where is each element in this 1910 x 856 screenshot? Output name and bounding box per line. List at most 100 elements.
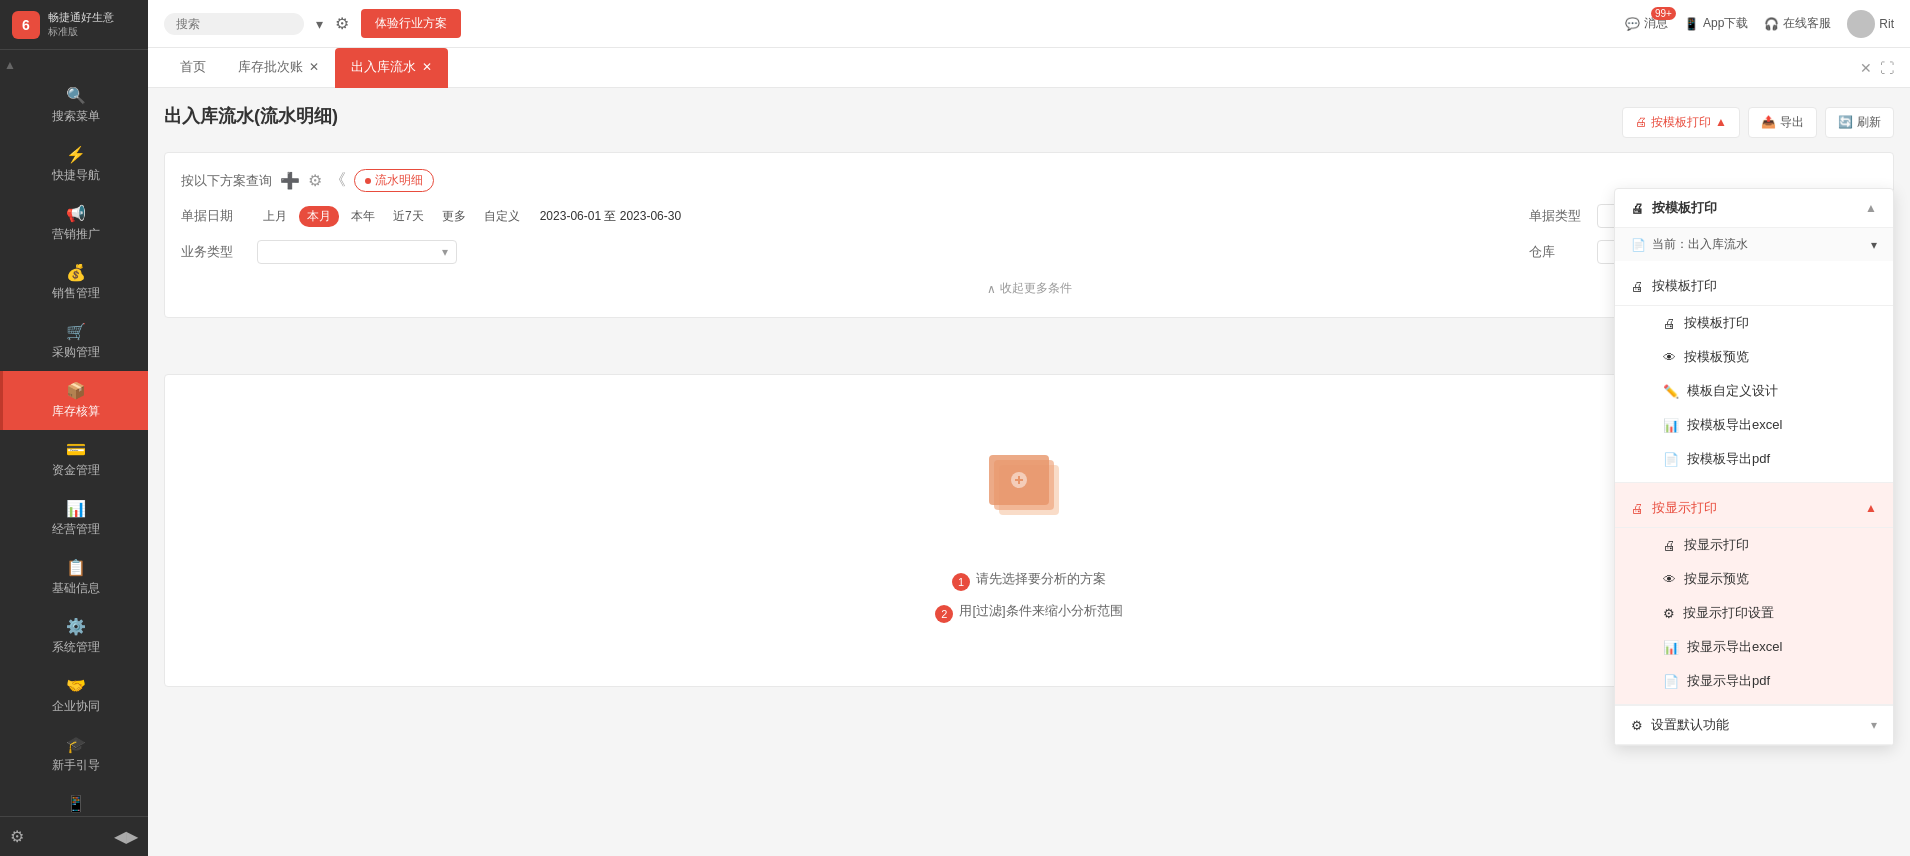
template-print-arrow-icon: ▲ bbox=[1715, 115, 1727, 129]
date-opt-7days[interactable]: 近7天 bbox=[387, 206, 430, 227]
sidebar-settings-icon[interactable]: ⚙ bbox=[10, 827, 24, 846]
item-preview-icon: 👁 bbox=[1663, 350, 1676, 365]
sidebar-item-basic[interactable]: 📋 基础信息 bbox=[0, 548, 148, 607]
avatar bbox=[1847, 10, 1875, 38]
refresh-button[interactable]: 🔄 刷新 bbox=[1825, 107, 1894, 138]
app-logo-subtitle: 标准版 bbox=[48, 25, 114, 39]
filter-settings-icon[interactable]: ⚙ bbox=[308, 171, 322, 190]
sidebar-item-finance[interactable]: 💳 资金管理 bbox=[0, 430, 148, 489]
inventory-icon: 📦 bbox=[66, 381, 86, 400]
dropdown-item-label: 模板自定义设计 bbox=[1687, 382, 1778, 400]
message-item[interactable]: 💬 消息 99+ bbox=[1625, 15, 1668, 32]
template-print-section-header[interactable]: 🖨 按模板打印 bbox=[1615, 267, 1893, 306]
dropdown-current: 📄 当前：出入库流水 ▾ bbox=[1615, 228, 1893, 261]
export-button[interactable]: 📤 导出 bbox=[1748, 107, 1817, 138]
message-badge: 99+ bbox=[1651, 7, 1676, 20]
tab-batch-close-icon[interactable]: ✕ bbox=[309, 60, 319, 74]
export-label: 导出 bbox=[1780, 114, 1804, 131]
dropdown-item-display-pdf[interactable]: 📄 按显示导出pdf bbox=[1615, 664, 1893, 698]
date-opt-thisyear[interactable]: 本年 bbox=[345, 206, 381, 227]
item-design-icon: ✏️ bbox=[1663, 384, 1679, 399]
printer-icon: 🖨 bbox=[1635, 115, 1647, 129]
date-opt-custom[interactable]: 自定义 bbox=[478, 206, 526, 227]
collapse-label: 收起更多条件 bbox=[1000, 280, 1072, 297]
dropdown-item-display-settings[interactable]: ⚙ 按显示打印设置 bbox=[1615, 596, 1893, 630]
dropdown-item-template-preview[interactable]: 👁 按模板预览 bbox=[1615, 340, 1893, 374]
tab-flow-close-icon[interactable]: ✕ bbox=[422, 60, 432, 74]
dropdown-item-template-print[interactable]: 🖨 按模板打印 bbox=[1615, 306, 1893, 340]
dropdown-item-label: 按模板预览 bbox=[1684, 348, 1749, 366]
user-avatar-item[interactable]: Rit bbox=[1847, 10, 1894, 38]
sidebar-item-label: 经营管理 bbox=[52, 521, 100, 538]
industry-solution-button[interactable]: 体验行业方案 bbox=[361, 9, 461, 38]
biztype-select[interactable]: ▾ bbox=[257, 240, 457, 264]
dropdown-item-label: 按显示打印 bbox=[1684, 536, 1749, 554]
sidebar-item-purchase[interactable]: 🛒 采购管理 bbox=[0, 312, 148, 371]
window-close-icon[interactable]: ✕ bbox=[1860, 60, 1872, 76]
sidebar-item-sales[interactable]: 💰 销售管理 bbox=[0, 253, 148, 312]
dropdown-item-label: 按模板导出pdf bbox=[1687, 450, 1770, 468]
tab-home[interactable]: 首页 bbox=[164, 48, 222, 88]
sidebar: 6 畅捷通好生意 标准版 ▲ 🔍 搜索菜单 ⚡ 快捷导航 📢 营销推广 💰 销售… bbox=[0, 0, 148, 856]
empty-state-icon bbox=[979, 435, 1079, 554]
sidebar-item-operation[interactable]: 📊 经营管理 bbox=[0, 489, 148, 548]
online-service-label: 在线客服 bbox=[1783, 15, 1831, 32]
template-print-button[interactable]: 🖨 按模板打印 ▲ bbox=[1622, 107, 1740, 138]
tab-flow[interactable]: 出入库流水 ✕ bbox=[335, 48, 448, 88]
search-input[interactable] bbox=[164, 13, 304, 35]
item-pdf-icon: 📄 bbox=[1663, 452, 1679, 467]
app-logo-title: 畅捷通好生意 bbox=[48, 10, 114, 25]
display-item-preview-icon: 👁 bbox=[1663, 572, 1676, 587]
dropdown-item-template-pdf[interactable]: 📄 按模板导出pdf bbox=[1615, 442, 1893, 476]
dropdown-item-display-print[interactable]: 🖨 按显示打印 bbox=[1615, 528, 1893, 562]
dropdown-item-template-design[interactable]: ✏️ 模板自定义设计 bbox=[1615, 374, 1893, 408]
filter-date-options: 上月 本月 本年 近7天 更多 自定义 2023-06-01 至 2023-06… bbox=[257, 206, 681, 227]
date-opt-thismonth[interactable]: 本月 bbox=[299, 206, 339, 227]
footer-arrow-icon: ▾ bbox=[1871, 718, 1877, 732]
footer-settings-icon: ⚙ bbox=[1631, 718, 1643, 733]
sidebar-scroll-up[interactable]: ▲ bbox=[0, 54, 148, 76]
filter-chip[interactable]: 流水明细 bbox=[354, 169, 434, 192]
sidebar-item-appcenter[interactable]: 📱 应用中心 bbox=[0, 784, 148, 816]
collab-icon: 🤝 bbox=[66, 676, 86, 695]
sidebar-item-label: 采购管理 bbox=[52, 344, 100, 361]
sidebar-item-quicknav[interactable]: ⚡ 快捷导航 bbox=[0, 135, 148, 194]
dropdown-header[interactable]: 🖨 按模板打印 ▲ bbox=[1615, 189, 1893, 228]
sidebar-item-label: 快捷导航 bbox=[52, 167, 100, 184]
window-maximize-icon[interactable]: ⛶ bbox=[1880, 60, 1894, 76]
filter-collapse-icon[interactable]: 《 bbox=[330, 170, 346, 191]
app-download-icon: 📱 bbox=[1684, 17, 1699, 31]
dropdown-footer-settings[interactable]: ⚙ 设置默认功能 ▾ bbox=[1615, 705, 1893, 745]
search-dropdown-icon[interactable]: ▾ bbox=[316, 16, 323, 32]
page-title: 出入库流水(流水明细) bbox=[164, 104, 338, 128]
settings-gear-icon[interactable]: ⚙ bbox=[335, 14, 349, 33]
sidebar-item-guide[interactable]: 🎓 新手引导 bbox=[0, 725, 148, 784]
sidebar-item-system[interactable]: ⚙️ 系统管理 bbox=[0, 607, 148, 666]
date-field-label: 单据日期 bbox=[181, 207, 241, 225]
dropdown-item-display-excel[interactable]: 📊 按显示导出excel bbox=[1615, 630, 1893, 664]
dropdown-item-label: 按显示预览 bbox=[1684, 570, 1749, 588]
sidebar-item-collab[interactable]: 🤝 企业协同 bbox=[0, 666, 148, 725]
date-opt-lastmonth[interactable]: 上月 bbox=[257, 206, 293, 227]
sidebar-collapse-icon[interactable]: ◀▶ bbox=[114, 827, 138, 846]
sidebar-item-search[interactable]: 🔍 搜索菜单 bbox=[0, 76, 148, 135]
sidebar-item-label: 资金管理 bbox=[52, 462, 100, 479]
dropdown-item-template-excel[interactable]: 📊 按模板导出excel bbox=[1615, 408, 1893, 442]
tab-flow-label: 出入库流水 bbox=[351, 58, 416, 76]
sidebar-item-inventory[interactable]: 📦 库存核算 bbox=[0, 371, 148, 430]
top-bar: ▾ ⚙ 体验行业方案 💬 消息 99+ 📱 App下载 🎧 在线客服 Rit bbox=[148, 0, 1910, 48]
online-service-item[interactable]: 🎧 在线客服 bbox=[1764, 15, 1831, 32]
app-download-item[interactable]: 📱 App下载 bbox=[1684, 15, 1748, 32]
display-item-pdf-icon: 📄 bbox=[1663, 674, 1679, 689]
sidebar-item-marketing[interactable]: 📢 营销推广 bbox=[0, 194, 148, 253]
tab-home-label: 首页 bbox=[180, 58, 206, 76]
current-icon: 📄 bbox=[1631, 238, 1646, 252]
dropdown-item-display-preview[interactable]: 👁 按显示预览 bbox=[1615, 562, 1893, 596]
display-print-section-header[interactable]: 🖨 按显示打印 ▲ bbox=[1615, 489, 1893, 528]
filter-add-icon[interactable]: ➕ bbox=[280, 171, 300, 190]
sidebar-item-label: 基础信息 bbox=[52, 580, 100, 597]
date-opt-more[interactable]: 更多 bbox=[436, 206, 472, 227]
tab-batch[interactable]: 库存批次账 ✕ bbox=[222, 48, 335, 88]
marketing-icon: 📢 bbox=[66, 204, 86, 223]
sidebar-item-label: 企业协同 bbox=[52, 698, 100, 715]
